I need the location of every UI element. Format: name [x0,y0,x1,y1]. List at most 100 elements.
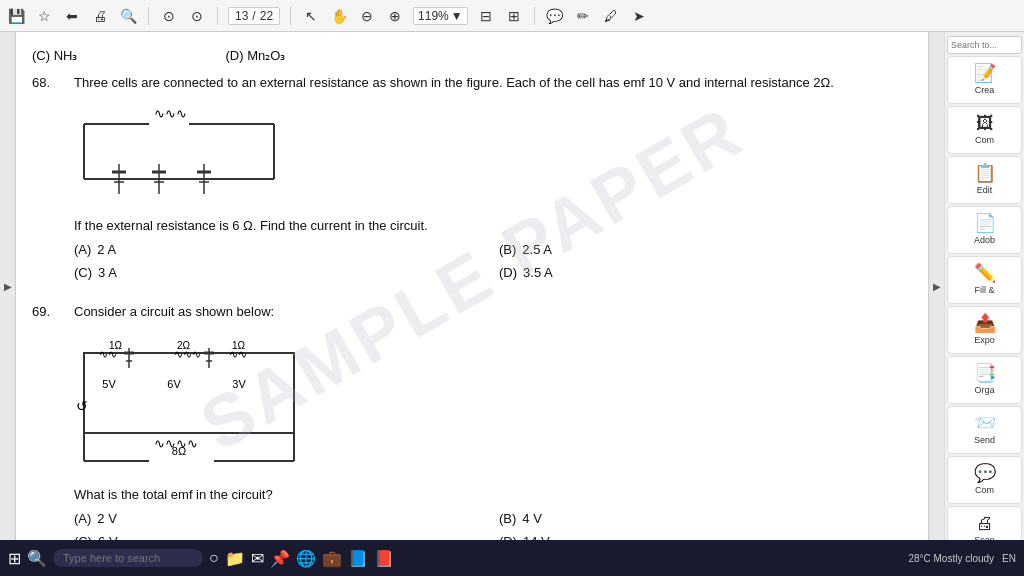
edit-icon[interactable]: ✏ [573,6,593,26]
taskbar-acrobat-icon[interactable]: 📕 [374,549,394,568]
redo-symbol: ↺ [76,398,88,414]
taskbar-browser-icon[interactable]: ○ [209,549,219,567]
sep4 [534,7,535,25]
export-icon: 📤 [974,314,996,332]
hand-icon[interactable]: ✋ [329,6,349,26]
question-68: 68. Three cells are connected to an exte… [32,73,904,284]
q69-text: Consider a circuit as shown below: [74,302,904,323]
q68-opt-b-val: 2.5 A [522,240,552,261]
sep1 [148,7,149,25]
sign-icon[interactable]: 🖊 [601,6,621,26]
svg-rect-18 [84,353,294,433]
combine-icon: 🖼 [976,114,994,132]
taskbar-word-icon[interactable]: 📘 [348,549,368,568]
sidebar-item-send[interactable]: 📨 Send [947,406,1022,454]
sidebar-search-input[interactable] [947,36,1022,54]
q68-option-c: (C) 3 A [74,263,479,284]
taskbar-search-input[interactable] [53,549,203,567]
scroll-down-icon[interactable]: ⊙ [159,6,179,26]
circuit-69-container: 1Ω 2Ω 1Ω ∿∿ ∿∿∿ [74,333,904,475]
sep2 [217,7,218,25]
r1-symbol: ∿∿ [99,348,117,360]
resistor-symbol: ∿∿∿ [154,106,187,121]
r2-symbol: ∿∿∿ [174,348,201,360]
zoom-dropdown-icon[interactable]: ▼ [451,9,463,23]
q68-opt-d-val: 3.5 A [523,263,553,284]
cursor-icon[interactable]: ↖ [301,6,321,26]
q69-opt-c-val: 6 V [98,532,118,540]
q68-text: Three cells are connected to an external… [74,73,904,94]
right-nav-arrow[interactable]: ▶ [928,32,944,540]
top-options-row: (C) NH₃ (D) Mn₂O₃ [32,48,904,63]
q68-opt-b-label: (B) [499,240,516,261]
sidebar-item-organize[interactable]: 📑 Orga [947,356,1022,404]
q69-opt-d-label: (D) [499,532,517,540]
sidebar-item-combine[interactable]: 🖼 Com [947,106,1022,154]
q68-option-a: (A) 2 A [74,240,479,261]
sidebar-create-label: Crea [975,85,995,96]
zoom-indicator[interactable]: 119% ▼ [413,7,468,25]
back-icon[interactable]: ⬅ [62,6,82,26]
main-area: ▶ SAMPLE PAPER (C) NH₃ (D) Mn₂O₃ 68. Thr… [0,32,1024,540]
q69-option-b: (B) 4 V [499,509,904,530]
q68-sub-text: If the external resistance is 6 Ω. Find … [74,216,904,237]
q69-option-d: (D) 14 V [499,532,904,540]
edit-pdf-icon: 📋 [974,164,996,182]
pdf-toolbar: 💾 ☆ ⬅ 🖨 🔍 ⊙ ⊙ 13 / 22 ↖ ✋ ⊖ ⊕ 119% ▼ ⊟ ⊞… [0,0,1024,32]
q69-options: (A) 2 V (B) 4 V (C) 6 V (D) 14 V [74,509,904,540]
search-icon[interactable]: 🔍 [118,6,138,26]
taskbar-teams-icon[interactable]: 💼 [322,549,342,568]
sidebar-item-export[interactable]: 📤 Expo [947,306,1022,354]
page-indicator[interactable]: 13 / 22 [228,7,280,25]
bookmark-icon[interactable]: ☆ [34,6,54,26]
circuit-68-container: ∿∿∿ [74,104,904,206]
comment-icon[interactable]: 💬 [545,6,565,26]
r3-symbol: ∿∿ [229,348,247,360]
page-current: 13 [235,9,248,23]
q69-opt-b-label: (B) [499,509,516,530]
sidebar-combine-label: Com [975,135,994,146]
question-69: 69. Consider a circuit as shown below: 1… [32,302,904,540]
taskbar-search-icon[interactable]: 🔍 [27,549,47,568]
scroll-up-icon[interactable]: ⊙ [187,6,207,26]
taskbar-files-icon[interactable]: 📁 [225,549,245,568]
send-icon: 📨 [974,414,996,432]
sidebar-item-edit[interactable]: 📋 Edit [947,156,1022,204]
save-icon[interactable]: 💾 [6,6,26,26]
sidebar-edit-label: Edit [977,185,993,196]
taskbar-pin-icon[interactable]: 📌 [270,549,290,568]
option-d: (D) Mn₂O₃ [226,48,286,63]
language-indicator: EN [1002,553,1016,564]
share-icon[interactable]: ➤ [629,6,649,26]
q69-opt-a-label: (A) [74,509,91,530]
sidebar-item-scan[interactable]: 🖨 Scan [947,506,1022,540]
q69-option-c: (C) 6 V [74,532,479,540]
start-button[interactable]: ⊞ [8,549,21,568]
sidebar-item-create[interactable]: 📝 Crea [947,56,1022,104]
print-icon[interactable]: 🖨 [90,6,110,26]
taskbar-system-area: 28°C Mostly cloudy EN [908,553,1016,564]
fit-page-icon[interactable]: ⊟ [476,6,496,26]
left-nav-arrow[interactable]: ▶ [0,32,16,540]
sidebar-send-label: Send [974,435,995,446]
q68-option-b: (B) 2.5 A [499,240,904,261]
q69-opt-b-val: 4 V [522,509,542,530]
organize-icon: 📑 [974,364,996,382]
q68-opt-a-label: (A) [74,240,91,261]
right-sidebar: 📝 Crea 🖼 Com 📋 Edit 📄 Adob ✏️ Fill & 📤 E… [944,32,1024,540]
page-total: 22 [260,9,273,23]
zoom-out-icon[interactable]: ⊖ [357,6,377,26]
zoom-in-icon[interactable]: ⊕ [385,6,405,26]
comment-pdf-icon: 💬 [974,464,996,482]
taskbar-chrome-icon[interactable]: 🌐 [296,549,316,568]
taskbar: ⊞ 🔍 ○ 📁 ✉ 📌 🌐 💼 📘 📕 28°C Mostly cloudy E… [0,540,1024,576]
taskbar-mail-icon[interactable]: ✉ [251,549,264,568]
q69-option-a: (A) 2 V [74,509,479,530]
layout-icon[interactable]: ⊞ [504,6,524,26]
sidebar-item-fill[interactable]: ✏️ Fill & [947,256,1022,304]
r-bottom-symbol: ∿∿∿∿ [154,436,198,451]
sidebar-item-adobe[interactable]: 📄 Adob [947,206,1022,254]
v3-label: 3V [232,378,246,390]
sidebar-item-comment[interactable]: 💬 Com [947,456,1022,504]
q68-header: 68. Three cells are connected to an exte… [32,73,904,94]
